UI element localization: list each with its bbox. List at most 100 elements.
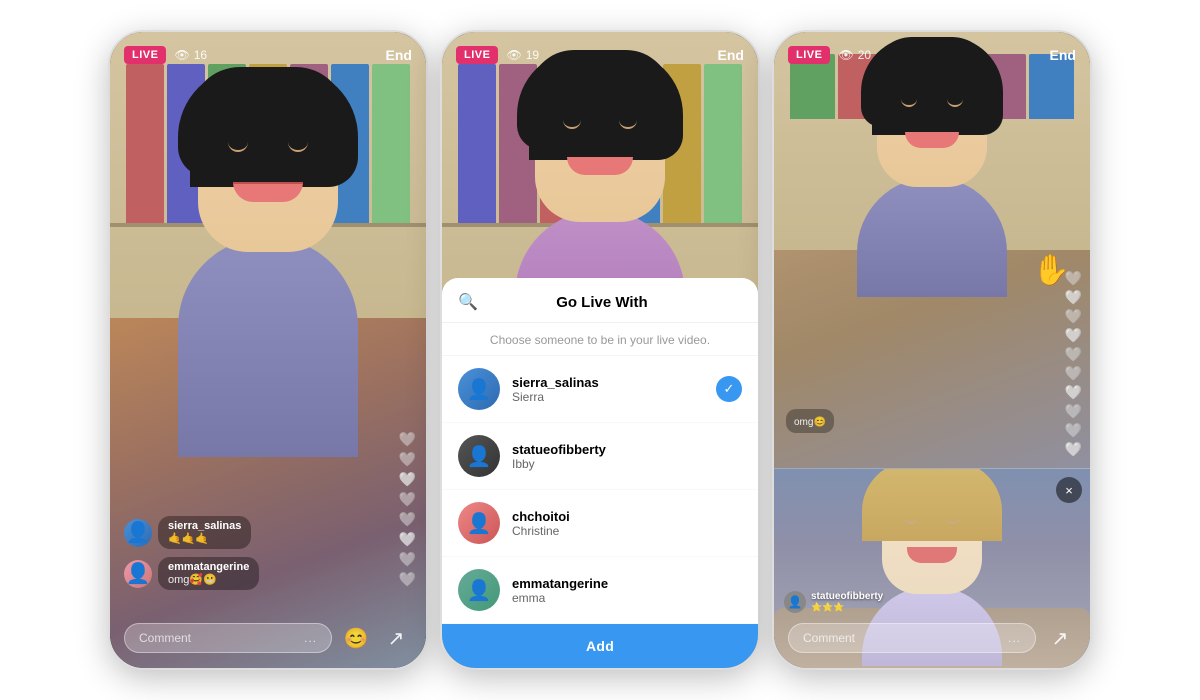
body-left — [178, 237, 358, 457]
right-end-button[interactable]: End — [1050, 47, 1076, 63]
right-top-bar: LIVE 👁 20 End — [788, 46, 1076, 64]
modal-search-bar: 🔍 Go Live With — [442, 278, 758, 323]
user-name-0: Sierra — [512, 390, 704, 404]
split-screen: ✋ omg😊 — [774, 32, 1090, 668]
guest-mini-face: 👤 — [784, 591, 806, 613]
left-comment-bubble-2: emmatangerine omg🥰😬 — [158, 557, 259, 590]
guest-label-area: 👤 statueofibberty ⭐⭐⭐ — [784, 591, 883, 613]
top-comment-text: omg😊 — [794, 417, 826, 428]
guest-head — [882, 479, 982, 594]
left-avatar-face-2: 👤 — [124, 560, 152, 588]
face-middle — [535, 72, 665, 222]
user-item-2[interactable]: 👤 chchoitoi Christine — [442, 490, 758, 557]
user-avatar-3: 👤 — [458, 569, 500, 611]
r-heart-3: 🤍 — [1065, 308, 1082, 325]
modal-title: Go Live With — [490, 294, 714, 311]
middle-hair-2 — [529, 50, 683, 160]
user-info-2: chchoitoi Christine — [512, 509, 742, 538]
user-item-3[interactable]: 👤 emmatangerine emma — [442, 557, 758, 624]
guest-info: statueofibberty ⭐⭐⭐ — [811, 591, 883, 613]
eye-icon-right: 👁 — [838, 48, 853, 62]
left-bottom-bar: Comment ... 😊 ↗ — [124, 622, 412, 654]
user-item-1[interactable]: 👤 statueofibberty Ibby — [442, 423, 758, 490]
guest-username: statueofibberty — [811, 591, 883, 602]
user-face-3: 👤 — [458, 569, 500, 611]
screens-container: LIVE 👁 16 End 👤 sierra_salinas 🤙🤙🤙 — [0, 0, 1200, 700]
add-button[interactable]: Add — [442, 624, 758, 668]
r-heart-7: 🤍 — [1065, 384, 1082, 401]
left-comment-1: 👤 sierra_salinas 🤙🤙🤙 — [124, 516, 376, 549]
left-comment-placeholder: Comment — [139, 631, 191, 645]
r-heart-8: 🤍 — [1065, 403, 1082, 420]
left-avatar-face-1: 👤 — [124, 519, 152, 547]
right-mouth — [905, 132, 959, 148]
heart-5: 🤍 — [399, 511, 416, 528]
heart-1: 🤍 — [399, 431, 416, 448]
left-live-badge: LIVE — [124, 46, 166, 64]
user-check-0: ✓ — [716, 376, 742, 402]
middle-phone: LIVE 👁 19 End 🔍 Go Live With Choose some… — [440, 30, 760, 670]
guest-mouth — [907, 547, 957, 563]
right-comment-placeholder: Comment — [803, 631, 855, 645]
top-comment-area: omg😊 — [786, 409, 834, 433]
left-top-bar: LIVE 👁 16 End — [124, 46, 412, 64]
right-comment-input[interactable]: Comment ... — [788, 623, 1036, 653]
right-viewer-count: 👁 20 — [838, 48, 871, 62]
left-comment-input[interactable]: Comment ... — [124, 623, 332, 653]
user-handle-2: chchoitoi — [512, 509, 742, 524]
right-body-top — [857, 177, 1007, 297]
middle-top-bar: LIVE 👁 19 End — [456, 46, 744, 64]
left-comment-avatar-1: 👤 — [124, 519, 152, 547]
right-hearts: 🤍 🤍 🤍 🤍 🤍 🤍 🤍 🤍 🤍 🤍 — [1065, 270, 1082, 458]
left-comment-bubble-1: sierra_salinas 🤙🤙🤙 — [158, 516, 251, 549]
user-face-2: 👤 — [458, 502, 500, 544]
right-share-button[interactable]: ↗ — [1044, 622, 1076, 654]
split-close-button[interactable]: × — [1056, 477, 1082, 503]
user-info-1: statueofibberty Ibby — [512, 442, 742, 471]
heart-6: 🤍 — [399, 531, 416, 548]
right-bottom-bar: Comment ... ↗ — [788, 622, 1076, 654]
left-top-left: LIVE 👁 16 — [124, 46, 207, 64]
left-phone: LIVE 👁 16 End 👤 sierra_salinas 🤙🤙🤙 — [108, 30, 428, 670]
right-top-head — [877, 57, 987, 187]
r-heart-4: 🤍 — [1065, 327, 1082, 344]
heart-4: 🤍 — [399, 491, 416, 508]
right-dots: ... — [1008, 631, 1021, 645]
r-heart-5: 🤍 — [1065, 346, 1082, 363]
left-emoji-button[interactable]: 😊 — [340, 622, 372, 654]
user-handle-0: sierra_salinas — [512, 375, 704, 390]
left-share-button[interactable]: ↗ — [380, 622, 412, 654]
user-info-3: emmatangerine emma — [512, 576, 742, 605]
guest-face — [882, 479, 982, 594]
search-icon[interactable]: 🔍 — [458, 292, 478, 312]
heart-3: 🤍 — [399, 471, 416, 488]
user-info-0: sierra_salinas Sierra — [512, 375, 704, 404]
heart-2: 🤍 — [399, 451, 416, 468]
left-end-button[interactable]: End — [386, 47, 412, 63]
right-top-person — [774, 32, 1090, 468]
eye-icon-left: 👁 — [174, 48, 189, 62]
left-comment-avatar-2: 👤 — [124, 560, 152, 588]
right-top-left: LIVE 👁 20 — [788, 46, 871, 64]
left-comment-msg-1: 🤙🤙🤙 — [168, 532, 241, 545]
heart-8: 🤍 — [399, 571, 416, 588]
mouth-left — [233, 182, 303, 202]
user-avatar-2: 👤 — [458, 502, 500, 544]
split-top: ✋ omg😊 — [774, 32, 1090, 468]
left-comment-2: 👤 emmatangerine omg🥰😬 — [124, 557, 376, 590]
user-avatar-1: 👤 — [458, 435, 500, 477]
user-item-0[interactable]: 👤 sierra_salinas Sierra ✓ — [442, 356, 758, 423]
left-viewer-number: 16 — [194, 48, 207, 62]
r-heart-9: 🤍 — [1065, 422, 1082, 439]
user-face-1: 👤 — [458, 435, 500, 477]
left-comment-username-1: sierra_salinas — [168, 520, 241, 532]
middle-end-button[interactable]: End — [718, 47, 744, 63]
r-heart-1: 🤍 — [1065, 270, 1082, 287]
user-name-2: Christine — [512, 524, 742, 538]
go-live-with-modal: 🔍 Go Live With Choose someone to be in y… — [442, 278, 758, 668]
guest-mini-avatar: 👤 — [784, 591, 806, 613]
r-heart-2: 🤍 — [1065, 289, 1082, 306]
left-comment-username-2: emmatangerine — [168, 561, 249, 573]
guest-hair — [862, 468, 1002, 541]
middle-viewer-number: 19 — [526, 48, 539, 62]
